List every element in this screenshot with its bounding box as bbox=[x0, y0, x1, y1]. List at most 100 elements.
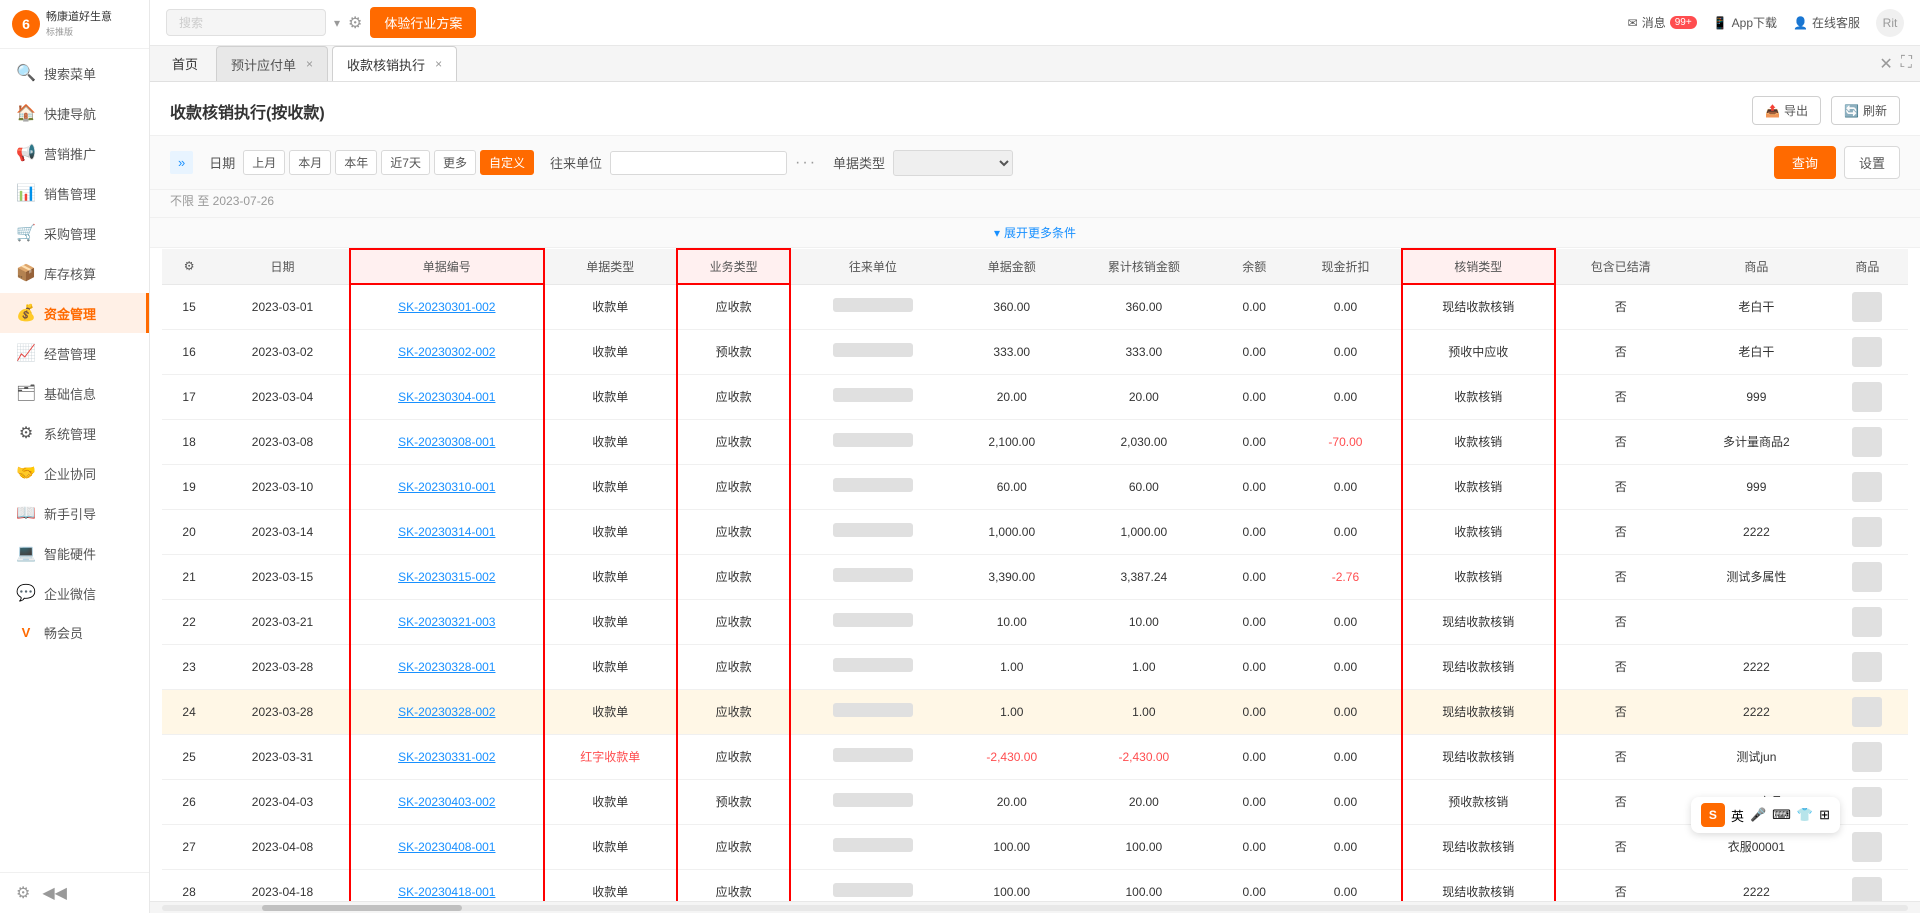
sidebar-item-finance[interactable]: 💰 资金管理 bbox=[0, 293, 149, 333]
cell-product-img bbox=[1827, 824, 1908, 869]
doc-no-link[interactable]: SK-20230310-001 bbox=[398, 480, 495, 494]
home-icon: 🏠 bbox=[16, 103, 36, 123]
tab-prepay-close[interactable]: × bbox=[306, 57, 313, 71]
col-header-biz-type[interactable]: 业务类型 bbox=[677, 249, 791, 284]
sidebar-item-guide[interactable]: 📖 新手引导 bbox=[0, 493, 149, 533]
user-avatar[interactable]: Rit bbox=[1876, 9, 1904, 37]
horizontal-scrollbar[interactable] bbox=[150, 901, 1920, 913]
btn-custom-date[interactable]: 自定义 bbox=[480, 150, 534, 175]
col-header-gear[interactable]: ⚙ bbox=[162, 249, 216, 284]
doc-no-link[interactable]: SK-20230304-001 bbox=[398, 390, 495, 404]
cell-unit bbox=[790, 374, 954, 419]
refresh-button[interactable]: 🔄 刷新 bbox=[1831, 96, 1900, 125]
cell-doc-no: SK-20230301-002 bbox=[350, 284, 544, 329]
sidebar-item-purchase[interactable]: 🛒 采购管理 bbox=[0, 213, 149, 253]
tab-receipt-close[interactable]: × bbox=[435, 57, 442, 71]
doc-no-link[interactable]: SK-20230331-002 bbox=[398, 750, 495, 764]
floating-mic-icon[interactable]: 🎤 bbox=[1750, 807, 1766, 823]
doc-no-link[interactable]: SK-20230321-003 bbox=[398, 615, 495, 629]
cell-date: 2023-03-31 bbox=[216, 734, 350, 779]
settings-icon[interactable]: ⚙ bbox=[16, 883, 30, 903]
settings-button[interactable]: 设置 bbox=[1844, 146, 1900, 179]
cell-cash-discount: 0.00 bbox=[1290, 644, 1402, 689]
cell-include-settled: 否 bbox=[1555, 689, 1687, 734]
sidebar-label-purchase: 采购管理 bbox=[44, 224, 96, 243]
doc-no-link[interactable]: SK-20230418-001 bbox=[398, 885, 495, 899]
main-content: 搜索 ▾ ⚙ 体验行业方案 ✉ 消息 99+ 📱 App下载 👤 在线客 bbox=[150, 0, 1920, 913]
cell-no: 17 bbox=[162, 374, 216, 419]
doc-no-link[interactable]: SK-20230308-001 bbox=[398, 435, 495, 449]
doc-no-link[interactable]: SK-20230314-001 bbox=[398, 525, 495, 539]
floating-shirt-icon[interactable]: 👕 bbox=[1797, 807, 1813, 823]
app-download-item[interactable]: 📱 App下载 bbox=[1713, 14, 1777, 31]
cell-amount: 1.00 bbox=[954, 644, 1069, 689]
col-header-cum-cancel[interactable]: 累计核销金额 bbox=[1069, 249, 1218, 284]
doc-no-link[interactable]: SK-20230408-001 bbox=[398, 840, 495, 854]
tab-close-all-icon[interactable]: ✕ bbox=[1879, 54, 1892, 74]
tab-receipt[interactable]: 收款核销执行 × bbox=[332, 46, 457, 81]
cell-unit bbox=[790, 419, 954, 464]
floating-keyboard-icon[interactable]: ⌨ bbox=[1772, 807, 1791, 823]
cell-doc-type: 收款单 bbox=[544, 644, 677, 689]
col-header-product[interactable]: 商品 bbox=[1686, 249, 1827, 284]
sidebar-item-marketing[interactable]: 📢 营销推广 bbox=[0, 133, 149, 173]
refresh-icon: 🔄 bbox=[1844, 104, 1859, 118]
doc-no-link[interactable]: SK-20230301-002 bbox=[398, 300, 495, 314]
sidebar-item-hardware[interactable]: 💻 智能硬件 bbox=[0, 533, 149, 573]
table-container[interactable]: ⚙ 日期 单据编号 单据类型 业务类型 往来单位 单据金额 累计核销金额 余额 … bbox=[150, 248, 1920, 901]
sidebar-item-weixin[interactable]: 💬 企业微信 bbox=[0, 573, 149, 613]
doc-no-link[interactable]: SK-20230302-002 bbox=[398, 345, 495, 359]
sidebar-item-operation[interactable]: 📈 经营管理 bbox=[0, 333, 149, 373]
online-service-item[interactable]: 👤 在线客服 bbox=[1793, 14, 1860, 31]
col-header-doc-type[interactable]: 单据类型 bbox=[544, 249, 677, 284]
sidebar-item-member[interactable]: V 畅会员 bbox=[0, 613, 149, 652]
doc-no-link[interactable]: SK-20230315-002 bbox=[398, 570, 495, 584]
export-button[interactable]: 📤 导出 bbox=[1752, 96, 1821, 125]
cell-biz-type: 应收款 bbox=[677, 734, 791, 779]
floating-grid-icon[interactable]: ⊞ bbox=[1819, 807, 1830, 823]
topbar-gear-icon[interactable]: ⚙ bbox=[348, 13, 362, 33]
col-header-unit[interactable]: 往来单位 bbox=[790, 249, 954, 284]
col-header-product2[interactable]: 商品 bbox=[1827, 249, 1908, 284]
col-header-doc-no[interactable]: 单据编号 bbox=[350, 249, 544, 284]
doc-type-select[interactable] bbox=[893, 150, 1013, 176]
topbar-dropdown-arrow[interactable]: ▾ bbox=[334, 16, 340, 30]
btn-this-year[interactable]: 本年 bbox=[335, 150, 377, 175]
query-button[interactable]: 查询 bbox=[1774, 146, 1836, 179]
btn-last-month[interactable]: 上月 bbox=[243, 150, 285, 175]
sidebar-item-cooperation[interactable]: 🤝 企业协同 bbox=[0, 453, 149, 493]
sidebar-item-sales[interactable]: 📊 销售管理 bbox=[0, 173, 149, 213]
tab-prepay[interactable]: 预计应付单 × bbox=[216, 46, 328, 81]
collapse-icon[interactable]: ◀◀ bbox=[42, 883, 67, 903]
sidebar-item-inventory[interactable]: 📦 库存核算 bbox=[0, 253, 149, 293]
btn-more-date[interactable]: 更多 bbox=[434, 150, 476, 175]
tab-home[interactable]: 首页 bbox=[158, 46, 212, 81]
unit-input[interactable] bbox=[610, 151, 787, 175]
sidebar-item-basic[interactable]: 🗂 基础信息 bbox=[0, 373, 149, 413]
doc-no-link[interactable]: SK-20230403-002 bbox=[398, 795, 495, 809]
doc-no-link[interactable]: SK-20230328-001 bbox=[398, 660, 495, 674]
cell-product-img bbox=[1827, 644, 1908, 689]
doc-no-link[interactable]: SK-20230328-002 bbox=[398, 705, 495, 719]
scrollbar-thumb[interactable] bbox=[262, 905, 462, 911]
cell-amount: 360.00 bbox=[954, 284, 1069, 329]
cell-no: 25 bbox=[162, 734, 216, 779]
col-header-date[interactable]: 日期 bbox=[216, 249, 350, 284]
sidebar-item-system[interactable]: ⚙ 系统管理 bbox=[0, 413, 149, 453]
btn-this-month[interactable]: 本月 bbox=[289, 150, 331, 175]
col-header-cancel-type[interactable]: 核销类型 bbox=[1402, 249, 1555, 284]
col-header-cash-discount[interactable]: 现金折扣 bbox=[1290, 249, 1402, 284]
cell-balance: 0.00 bbox=[1219, 599, 1290, 644]
col-header-include-settled[interactable]: 包含已结清 bbox=[1555, 249, 1687, 284]
table-body: 15 2023-03-01 SK-20230301-002 收款单 应收款 36… bbox=[162, 284, 1908, 901]
col-header-balance[interactable]: 余额 bbox=[1219, 249, 1290, 284]
solution-button[interactable]: 体验行业方案 bbox=[370, 7, 476, 38]
expand-more-button[interactable]: ▾ 展开更多条件 bbox=[994, 224, 1076, 241]
sidebar-item-quick[interactable]: 🏠 快捷导航 bbox=[0, 93, 149, 133]
col-header-amount[interactable]: 单据金额 bbox=[954, 249, 1069, 284]
tab-expand-icon[interactable]: ⛶ bbox=[1901, 54, 1912, 74]
btn-7days[interactable]: 近7天 bbox=[381, 150, 430, 175]
sidebar-item-search[interactable]: 🔍 搜索菜单 bbox=[0, 53, 149, 93]
filter-expand-button[interactable]: » bbox=[170, 151, 193, 174]
messages-item[interactable]: ✉ 消息 99+ bbox=[1628, 14, 1697, 31]
